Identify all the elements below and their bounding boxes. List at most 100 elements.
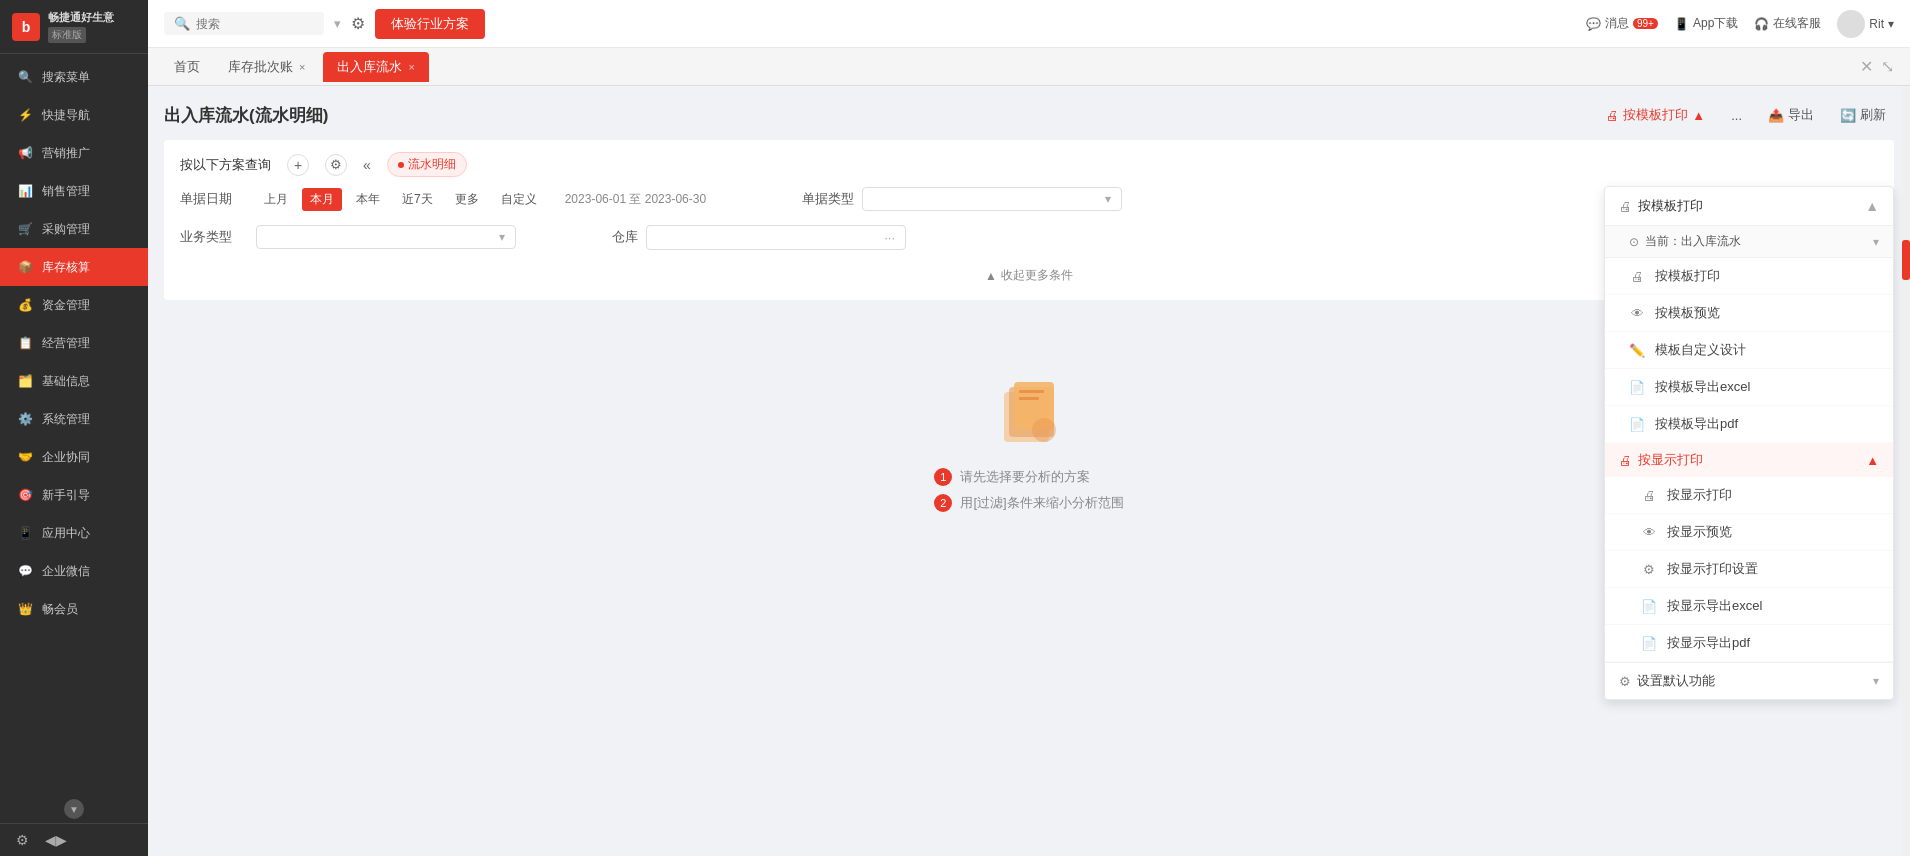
sidebar-item-sales[interactable]: 📊 销售管理 xyxy=(0,172,148,210)
dropdown-item-display-preview[interactable]: 👁 按显示预览 xyxy=(1605,514,1893,551)
date-opt-this-month[interactable]: 本月 xyxy=(302,188,342,211)
app-download-label: App下载 xyxy=(1693,15,1738,32)
message-button[interactable]: 💬 消息 99+ xyxy=(1586,15,1658,32)
search-input[interactable] xyxy=(196,17,296,31)
dropdown-item-template-custom[interactable]: ✏️ 模板自定义设计 xyxy=(1605,332,1893,369)
app-download-button[interactable]: 📱 App下载 xyxy=(1674,15,1738,32)
dropdown-item-display-pdf[interactable]: 📄 按显示导出pdf xyxy=(1605,625,1893,662)
dropdown-item-display-print[interactable]: 🖨 按显示打印 xyxy=(1605,477,1893,514)
dropdown-item-template-excel[interactable]: 📄 按模板导出excel xyxy=(1605,369,1893,406)
doc-type-select[interactable]: ▾ xyxy=(862,187,1122,211)
tab-inout[interactable]: 出入库流水 × xyxy=(323,52,428,82)
dropdown-item-template-print[interactable]: 🖨 按模板打印 xyxy=(1605,258,1893,295)
tab-batch[interactable]: 库存批次账 × xyxy=(214,52,319,82)
current-template-arrow: ▾ xyxy=(1873,235,1879,249)
tab-home[interactable]: 首页 xyxy=(164,52,210,82)
dropdown-item-template-pdf[interactable]: 📄 按模板导出pdf xyxy=(1605,406,1893,443)
user-dropdown-icon: ▾ xyxy=(1888,17,1894,31)
sidebar-item-label: 新手引导 xyxy=(42,487,90,504)
more-options-label: ... xyxy=(1731,108,1742,123)
finance-icon: 💰 xyxy=(16,296,34,314)
tab-batch-close[interactable]: × xyxy=(299,61,305,73)
svg-rect-3 xyxy=(1019,390,1044,393)
display-pdf-label: 按显示导出pdf xyxy=(1667,634,1879,652)
more-options-button[interactable]: ... xyxy=(1723,104,1750,127)
business-type-select[interactable]: ▾ xyxy=(256,225,516,249)
sidebar-item-search[interactable]: 🔍 搜索菜单 xyxy=(0,58,148,96)
print-dropdown-panel: 🖨 按模板打印 ▲ ⊙ 当前：出入库流水 ▾ 🖨 按模板打印 👁 xyxy=(1604,186,1894,700)
dropdown-footer[interactable]: ⚙ 设置默认功能 ▾ xyxy=(1605,662,1893,699)
display-section-arrow: ▲ xyxy=(1866,453,1879,468)
date-opt-7days[interactable]: 近7天 xyxy=(394,188,441,211)
sidebar-item-system[interactable]: ⚙️ 系统管理 xyxy=(0,400,148,438)
refresh-button[interactable]: 🔄 刷新 xyxy=(1832,102,1894,128)
sidebar: b 畅捷通好生意 标准版 🔍 搜索菜单 ⚡ 快捷导航 📢 营销推广 📊 销售管理… xyxy=(0,0,148,856)
filter-collapse-left-button[interactable]: « xyxy=(363,157,371,173)
topbar-search-box[interactable]: 🔍 xyxy=(164,12,324,35)
export-label: 导出 xyxy=(1788,106,1814,124)
page-header: 出入库流水(流水明细) 🖨 按模板打印 ▲ ... 📤 导出 🔄 刷新 xyxy=(164,102,1894,128)
scrollbar-thumb[interactable] xyxy=(1902,240,1910,280)
refresh-label: 刷新 xyxy=(1860,106,1886,124)
display-section-header[interactable]: 🖨 按显示打印 ▲ xyxy=(1605,443,1893,477)
sidebar-item-operation[interactable]: 📋 经营管理 xyxy=(0,324,148,362)
dropdown-item-display-excel[interactable]: 📄 按显示导出excel xyxy=(1605,588,1893,625)
date-opt-custom[interactable]: 自定义 xyxy=(493,188,545,211)
system-icon: ⚙️ xyxy=(16,410,34,428)
sidebar-item-wechat[interactable]: 💬 企业微信 xyxy=(0,552,148,590)
warehouse-label: 仓库 xyxy=(612,228,638,246)
template-custom-label: 模板自定义设计 xyxy=(1655,341,1879,359)
footer-label: 设置默认功能 xyxy=(1637,672,1715,690)
settings-icon[interactable]: ⚙ xyxy=(16,832,29,848)
dropdown-item-display-settings[interactable]: ⚙ 按显示打印设置 xyxy=(1605,551,1893,588)
sidebar-item-inventory[interactable]: 📦 库存核算 xyxy=(0,248,148,286)
sidebar-item-finance[interactable]: 💰 资金管理 xyxy=(0,286,148,324)
headset-icon: 🎧 xyxy=(1754,17,1769,31)
sidebar-item-enterprise[interactable]: 🤝 企业协同 xyxy=(0,438,148,476)
dropdown-collapse-icon[interactable]: ▲ xyxy=(1865,198,1879,214)
collapse-icon[interactable]: ◀▶ xyxy=(45,832,67,848)
user-menu[interactable]: Rit ▾ xyxy=(1837,10,1894,38)
export-button[interactable]: 📤 导出 xyxy=(1760,102,1822,128)
svg-point-5 xyxy=(1032,418,1056,442)
filter-tag-label: 流水明细 xyxy=(408,156,456,173)
display-print-icon: 🖨 xyxy=(1641,487,1657,503)
dropdown-item-template-preview[interactable]: 👁 按模板预览 xyxy=(1605,295,1893,332)
sidebar-item-marketing[interactable]: 📢 营销推广 xyxy=(0,134,148,172)
current-template-row[interactable]: ⊙ 当前：出入库流水 ▾ xyxy=(1605,226,1893,258)
industry-solution-button[interactable]: 体验行业方案 xyxy=(375,9,485,39)
online-service-button[interactable]: 🎧 在线客服 xyxy=(1754,15,1821,32)
collapse-more-button[interactable]: ▲ 收起更多条件 xyxy=(985,267,1073,284)
expand-tabs-button[interactable]: ⤡ xyxy=(1881,57,1894,76)
sidebar-item-label: 采购管理 xyxy=(42,221,90,238)
main-content: 🔍 ▾ ⚙ 体验行业方案 💬 消息 99+ 📱 App下载 🎧 在线客服 xyxy=(148,0,1910,856)
topbar-search-icon: 🔍 xyxy=(174,16,190,31)
gear-icon[interactable]: ⚙ xyxy=(351,14,365,33)
sidebar-scroll-down[interactable]: ▼ xyxy=(0,795,148,823)
dropdown-arrow-icon[interactable]: ▾ xyxy=(334,16,341,31)
close-all-tabs-button[interactable]: ✕ xyxy=(1860,57,1873,76)
sidebar-item-basic[interactable]: 🗂️ 基础信息 xyxy=(0,362,148,400)
sidebar-logo: b 畅捷通好生意 标准版 xyxy=(0,0,148,54)
sidebar-item-guide[interactable]: 🎯 新手引导 xyxy=(0,476,148,514)
date-opt-this-year[interactable]: 本年 xyxy=(348,188,388,211)
warehouse-select[interactable]: ··· xyxy=(646,225,906,250)
filter-settings-button[interactable]: ⚙ xyxy=(325,154,347,176)
export-icon: 📤 xyxy=(1768,108,1784,123)
page-actions: 🖨 按模板打印 ▲ ... 📤 导出 🔄 刷新 xyxy=(1598,102,1894,128)
tab-inout-close[interactable]: × xyxy=(408,61,414,73)
sidebar-item-shortcut[interactable]: ⚡ 快捷导航 xyxy=(0,96,148,134)
sidebar-item-member[interactable]: 👑 畅会员 xyxy=(0,590,148,628)
purchase-icon: 🛒 xyxy=(16,220,34,238)
display-excel-icon: 📄 xyxy=(1641,598,1657,614)
sidebar-item-appcenter[interactable]: 📱 应用中心 xyxy=(0,514,148,552)
filter-add-button[interactable]: + xyxy=(287,154,309,176)
filter-tag[interactable]: 流水明细 xyxy=(387,152,467,177)
current-template-icon: ⊙ xyxy=(1629,235,1639,249)
date-opt-last-month[interactable]: 上月 xyxy=(256,188,296,211)
print-template-button[interactable]: 🖨 按模板打印 ▲ xyxy=(1598,102,1713,128)
dropdown-header-right: ▲ xyxy=(1865,198,1879,214)
sidebar-item-purchase[interactable]: 🛒 采购管理 xyxy=(0,210,148,248)
sidebar-item-label: 畅会员 xyxy=(42,601,78,618)
date-opt-more[interactable]: 更多 xyxy=(447,188,487,211)
